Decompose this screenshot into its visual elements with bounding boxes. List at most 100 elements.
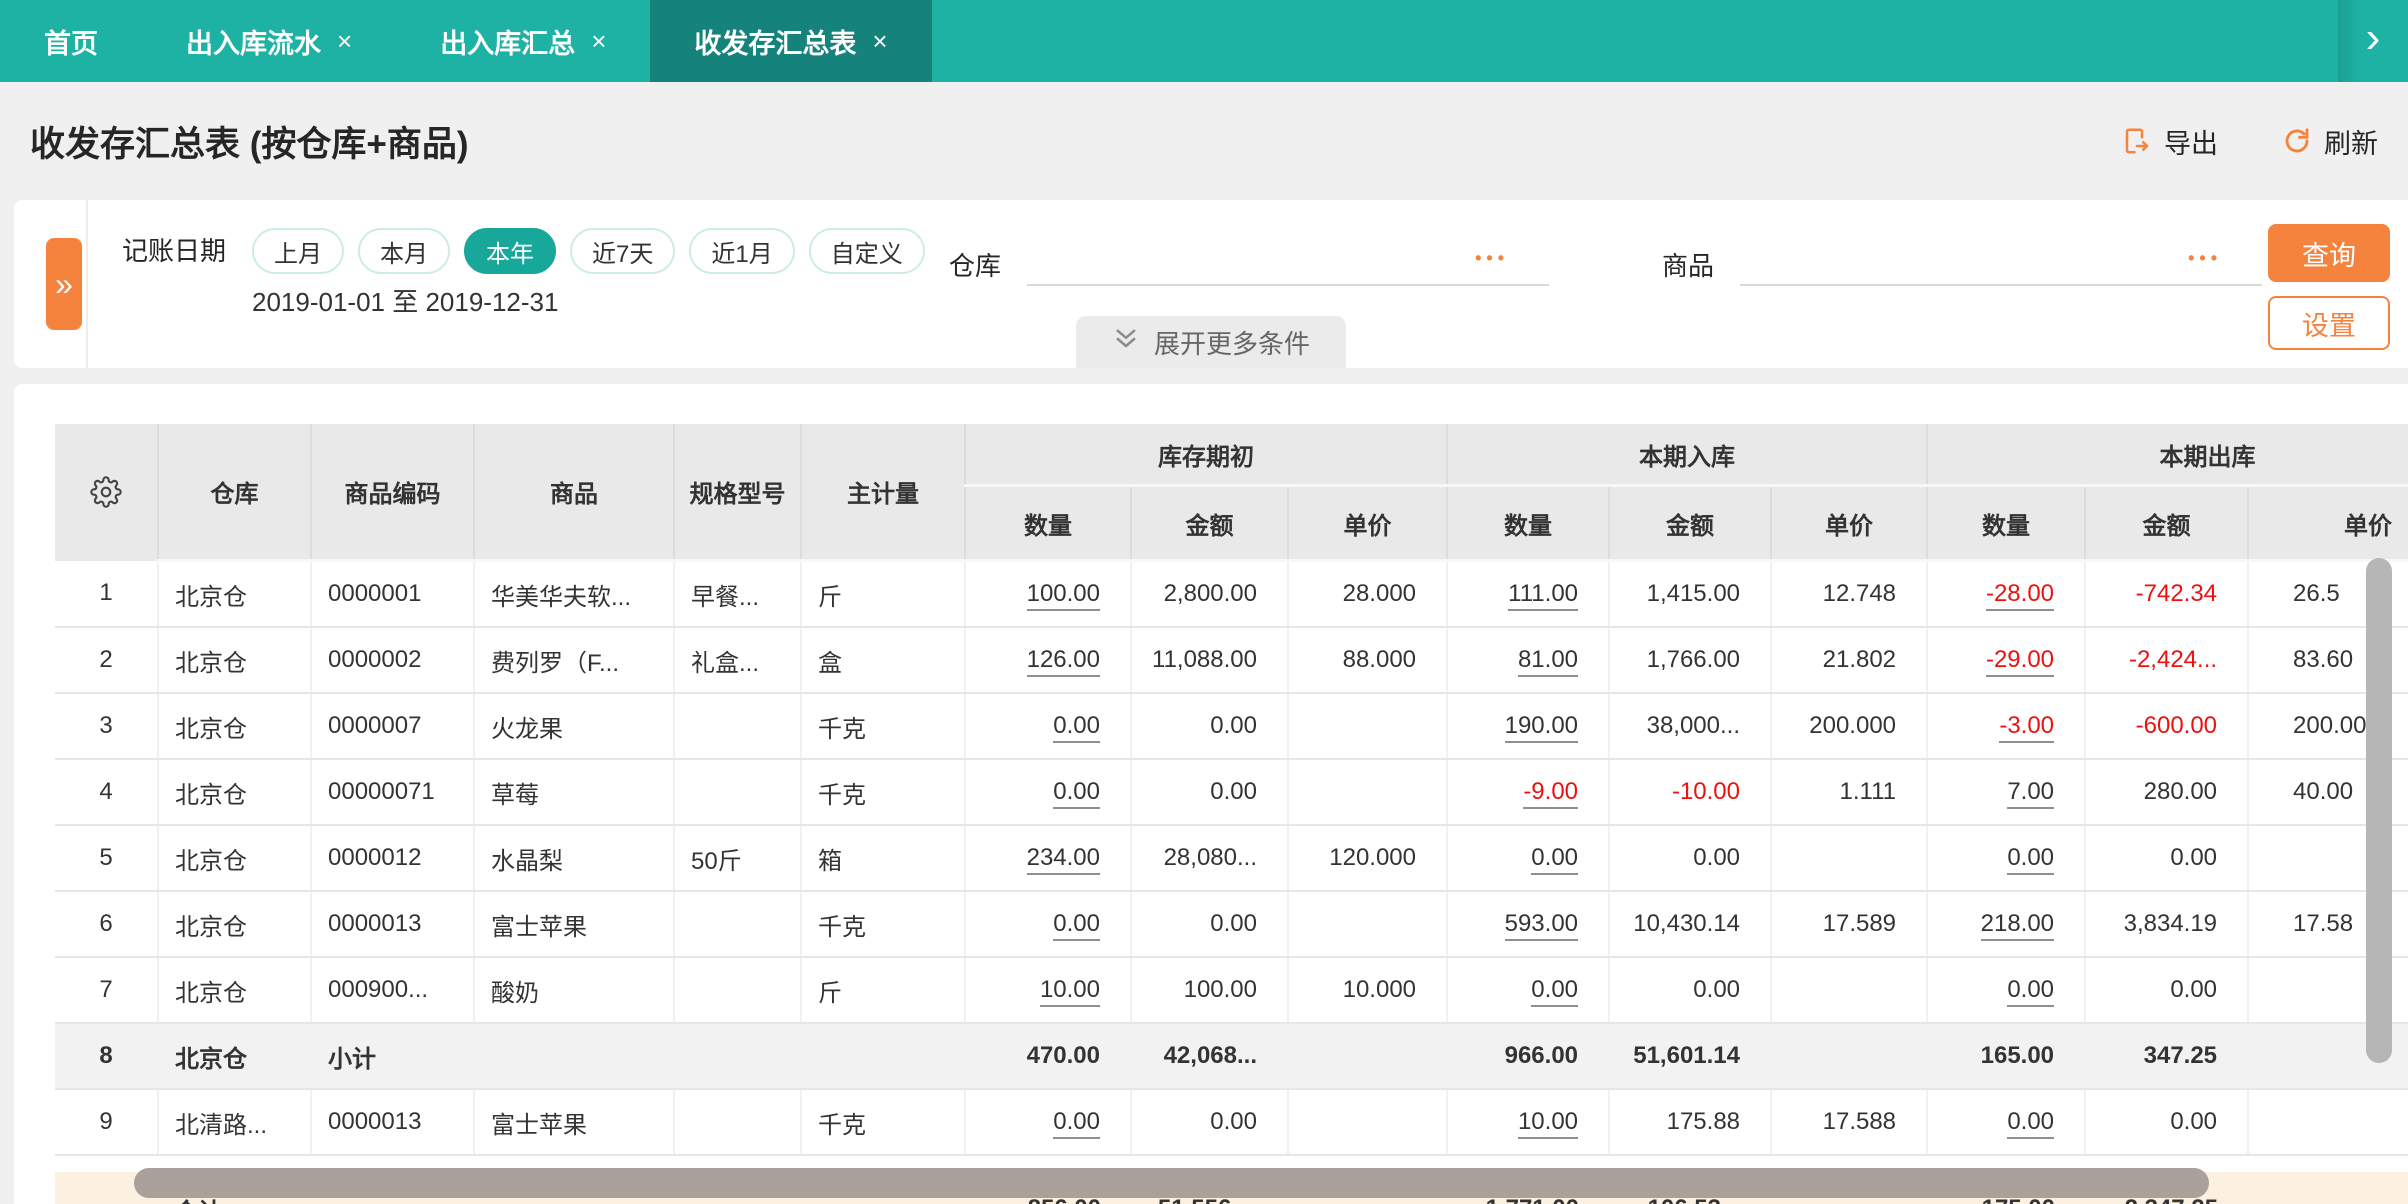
warehouse-input[interactable]: ••• <box>1027 240 1549 286</box>
value-cell[interactable]: 0.00 <box>965 759 1132 826</box>
value-cell[interactable]: 218.00 <box>1927 891 2087 958</box>
value-cell[interactable]: 126.00 <box>965 627 1132 694</box>
drill-down-value[interactable]: 126.00 <box>1026 646 1100 677</box>
drill-down-value[interactable]: 100.00 <box>1026 580 1100 611</box>
date-range-value[interactable]: 2019-01-01 至 2019-12-31 <box>252 282 925 319</box>
drill-down-value[interactable]: 593.00 <box>1504 910 1579 941</box>
page-title: 收发存汇总表 (按仓库+商品) <box>30 124 469 164</box>
value-cell[interactable]: 100.00 <box>965 560 1132 628</box>
value-cell[interactable]: 0.00 <box>965 693 1132 760</box>
value-cell[interactable]: 0.00 <box>965 891 1132 958</box>
table-row: 7 北京仓 000900... 酸奶 斤 10.00 100.00 10.000 0.00 0.0… <box>55 957 2408 1024</box>
drill-down-value[interactable]: -29.00 <box>1985 646 2055 677</box>
drill-down-value[interactable]: 81.00 <box>1517 646 1579 677</box>
drill-down-value[interactable]: 0.00 <box>1531 976 1579 1007</box>
sub-header-amount[interactable]: 金额 <box>1131 485 1289 562</box>
drill-down-value[interactable]: -3.00 <box>1999 712 2055 743</box>
drill-down-value[interactable]: 0.00 <box>2007 844 2055 875</box>
drill-down-value[interactable]: 7.00 <box>2007 778 2055 809</box>
drill-down-value[interactable]: -28.00 <box>1985 580 2055 611</box>
value-cell[interactable]: -9.00 <box>1447 759 1611 826</box>
date-option-上月[interactable]: 上月 <box>252 228 345 274</box>
date-option-本月[interactable]: 本月 <box>358 228 451 274</box>
sub-header-qty[interactable]: 数量 <box>1447 485 1611 562</box>
column-header-code[interactable]: 商品编码 <box>311 424 475 562</box>
value: 3,834.19 <box>2123 910 2218 937</box>
date-option-近1月[interactable]: 近1月 <box>689 228 795 274</box>
tab-label: 首页 <box>44 28 98 59</box>
settings-button[interactable]: 设置 <box>2268 296 2390 350</box>
expand-more-button[interactable]: 展开更多条件 <box>1075 316 1347 368</box>
column-header-product[interactable]: 商品 <box>474 424 675 562</box>
drill-down-value[interactable]: 218.00 <box>1980 910 2055 941</box>
sub-header-price[interactable]: 单价 <box>1288 485 1449 562</box>
drill-down-value[interactable]: 0.00 <box>1053 712 1100 743</box>
value-cell[interactable]: 0.00 <box>1447 825 1611 892</box>
product-input[interactable]: ••• <box>1740 240 2262 286</box>
column-header-warehouse[interactable]: 仓库 <box>158 424 312 562</box>
table-row: 5 北京仓 0000012 水晶梨 50斤箱 234.00 28,080... 120.000… <box>55 825 2408 892</box>
query-button[interactable]: 查询 <box>2268 224 2390 282</box>
value-cell[interactable]: 10.00 <box>1447 1089 1611 1156</box>
drill-down-value[interactable]: 0.00 <box>1053 778 1100 809</box>
drill-down-value[interactable]: 10.00 <box>1039 976 1100 1007</box>
sub-header-amount[interactable]: 金额 <box>2085 485 2250 562</box>
value-cell[interactable]: 0.00 <box>1927 825 2087 892</box>
drill-down-value[interactable]: 190.00 <box>1504 712 1579 743</box>
date-option-自定义[interactable]: 自定义 <box>808 228 925 274</box>
date-option-本年[interactable]: 本年 <box>464 228 557 274</box>
value-cell[interactable]: 111.00 <box>1447 560 1611 628</box>
value: -742.34 <box>2135 580 2218 607</box>
tab-首页[interactable]: 首页 <box>0 0 142 82</box>
drill-down-value[interactable]: 10.00 <box>1517 1108 1579 1139</box>
sub-header-price[interactable]: 单价 <box>2248 485 2408 562</box>
column-header-unit[interactable]: 主计量 <box>801 424 966 562</box>
row-number: 8 <box>55 1023 159 1090</box>
sub-header-qty[interactable]: 数量 <box>965 485 1132 562</box>
cell-product: 草莓 <box>474 759 675 826</box>
date-option-近7天[interactable]: 近7天 <box>570 228 676 274</box>
warehouse-picker-icon[interactable]: ••• <box>1475 248 1509 269</box>
value-cell[interactable]: 234.00 <box>965 825 1132 892</box>
value-cell[interactable]: 0.00 <box>965 1089 1132 1156</box>
drill-down-value[interactable]: 0.00 <box>1053 910 1100 941</box>
value-cell[interactable]: 0.00 <box>1447 957 1611 1024</box>
drill-down-value[interactable]: 0.00 <box>2007 976 2055 1007</box>
value-cell[interactable]: -28.00 <box>1927 560 2087 628</box>
sub-header-price[interactable]: 单价 <box>1771 485 1929 562</box>
product-picker-icon[interactable]: ••• <box>2188 248 2222 269</box>
tab-出入库汇总[interactable]: 出入库汇总 × <box>396 0 650 82</box>
drill-down-value[interactable]: 0.00 <box>2007 1108 2055 1139</box>
column-header-spec[interactable]: 规格型号 <box>674 424 802 562</box>
drill-down-value[interactable]: 0.00 <box>1053 1108 1100 1139</box>
vertical-scrollbar[interactable] <box>2366 558 2392 1063</box>
value-cell[interactable]: 7.00 <box>1927 759 2087 826</box>
tab-overflow-button[interactable]: › <box>2338 0 2408 82</box>
drill-down-value[interactable]: 111.00 <box>1508 580 1579 611</box>
value-cell[interactable]: 81.00 <box>1447 627 1611 694</box>
value-cell[interactable]: 10.00 <box>965 957 1132 1024</box>
sub-header-qty[interactable]: 数量 <box>1927 485 2087 562</box>
close-icon[interactable]: × <box>591 28 606 54</box>
app: { "colors": { "accent_teal": "#1eb2a5", … <box>0 0 2408 1204</box>
drill-down-value[interactable]: 0.00 <box>1531 844 1579 875</box>
value-cell[interactable]: 0.00 <box>1927 1089 2087 1156</box>
refresh-button[interactable]: 刷新 <box>2282 122 2378 161</box>
tab-收发存汇总表[interactable]: 收发存汇总表 × <box>650 0 932 82</box>
export-button[interactable]: 导出 <box>2122 122 2218 161</box>
value-cell[interactable]: -3.00 <box>1927 693 2087 760</box>
value-cell[interactable]: 0.00 <box>1927 957 2087 1024</box>
value-cell[interactable]: -29.00 <box>1927 627 2087 694</box>
sub-header-amount[interactable]: 金额 <box>1609 485 1773 562</box>
tab-出入库流水[interactable]: 出入库流水 × <box>142 0 396 82</box>
column-settings-button[interactable] <box>55 424 159 561</box>
value-cell[interactable]: 593.00 <box>1447 891 1611 958</box>
value: 200.000 <box>1809 712 1897 739</box>
expand-sidebar-button[interactable]: » <box>46 238 82 330</box>
drill-down-value[interactable]: 234.00 <box>1026 844 1100 875</box>
close-icon[interactable]: × <box>337 28 352 54</box>
drill-down-value[interactable]: -9.00 <box>1523 778 1579 809</box>
horizontal-scrollbar[interactable] <box>134 1168 2209 1198</box>
close-icon[interactable]: × <box>872 28 887 54</box>
value-cell[interactable]: 190.00 <box>1447 693 1611 760</box>
